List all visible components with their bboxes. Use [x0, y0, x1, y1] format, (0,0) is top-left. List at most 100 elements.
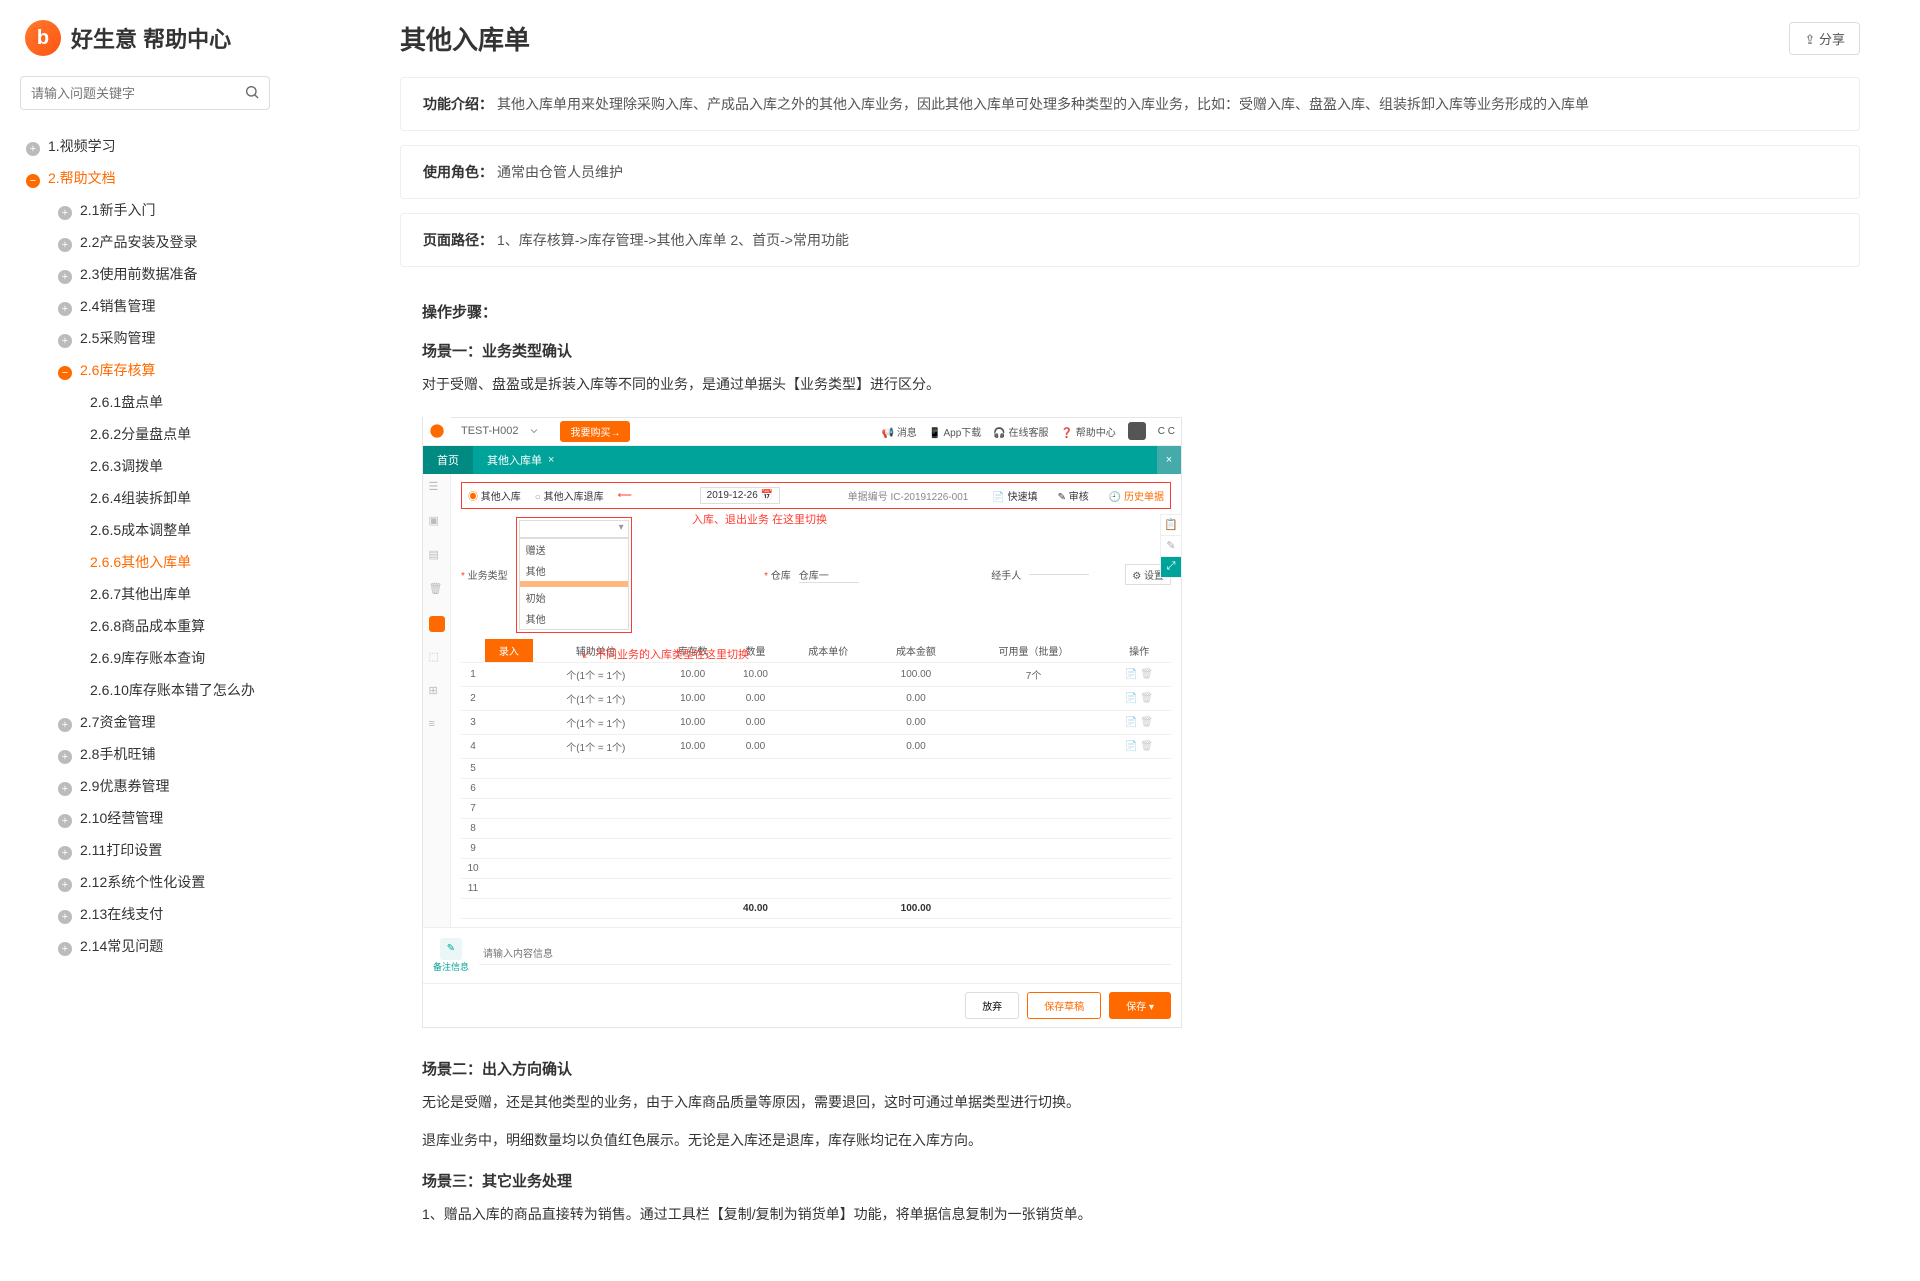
- search-input[interactable]: [20, 76, 270, 110]
- rail-icon: ⊞: [429, 684, 445, 700]
- table-row: 6: [461, 778, 1171, 798]
- page-title: 其他入库单: [400, 20, 530, 57]
- shot-link-msg: 📢 消息: [882, 424, 917, 439]
- shot-radio-in: 其他入库: [468, 488, 521, 503]
- shot-draft-button: 保存草稿: [1027, 992, 1101, 1019]
- nav-item-2-6-3[interactable]: 2.6.3调拨单: [20, 450, 300, 482]
- shot-left-rail: ☰ ▣ ▤ 🗑 ⬚ ⊞ ≡: [423, 474, 451, 927]
- scene3-title: 场景三：其它业务处理: [422, 1170, 1838, 1191]
- search-icon[interactable]: [244, 84, 260, 103]
- expand-icon: +: [58, 206, 72, 220]
- article-body: 操作步骤： 场景一：业务类型确认 对于受赠、盘盈或是拆装入库等不同的业务，是通过…: [400, 281, 1860, 1227]
- shot-buy-button: 我要购买→: [560, 421, 630, 442]
- path-box: 页面路径：1、库存核算->库存管理->其他入库单 2、首页->常用功能: [400, 213, 1860, 267]
- th-price: 成本单价: [784, 639, 872, 663]
- scene1-text: 对于受赠、盘盈或是拆装入库等不同的业务，是通过单据头【业务类型】进行区分。: [422, 373, 1838, 397]
- nav-item-2-13[interactable]: +2.13在线支付: [20, 898, 300, 930]
- nav-item-2-5[interactable]: +2.5采购管理: [20, 322, 300, 354]
- nav-item-2-12[interactable]: +2.12系统个性化设置: [20, 866, 300, 898]
- nav-item-2-10[interactable]: +2.10经营管理: [20, 802, 300, 834]
- rail-icon: ≡: [429, 718, 445, 734]
- shot-user: C C: [1158, 426, 1175, 437]
- role-text: 通常由仓管人员维护: [497, 164, 623, 180]
- rail-icon: ⬚: [429, 650, 445, 666]
- nav-item-2-9[interactable]: +2.9优惠券管理: [20, 770, 300, 802]
- intro-label: 功能介绍：: [423, 96, 493, 112]
- th-avail: 可用量（批量）: [960, 639, 1108, 663]
- shot-remark-row: ✎ 备注信息: [423, 927, 1181, 983]
- th-ops: 操作: [1107, 639, 1171, 663]
- strip-icon: 📋: [1160, 514, 1182, 536]
- nav-item-helpdoc[interactable]: −2.帮助文档: [20, 162, 300, 194]
- brand-logo-icon: b: [25, 20, 61, 56]
- shot-link-help: ❓ 帮助中心: [1061, 424, 1116, 439]
- th-input: 录入: [485, 639, 533, 663]
- shot-dd-opt: 赠送: [520, 539, 628, 560]
- nav-item-2-1[interactable]: +2.1新手入门: [20, 194, 300, 226]
- rail-icon: ▤: [429, 548, 445, 564]
- shot-footer-buttons: 放弃 保存草稿 保存: [423, 983, 1181, 1027]
- avatar-icon: [1128, 422, 1146, 440]
- shot-dropdown-list: 赠送 其他 初始 其他: [519, 538, 629, 630]
- shot-dd-opt: 其他: [520, 560, 628, 581]
- shot-remark-input: [479, 945, 1171, 965]
- table-row: 9: [461, 838, 1171, 858]
- nav-item-2-7[interactable]: +2.7资金管理: [20, 706, 300, 738]
- rail-icon: 🗑: [429, 582, 445, 598]
- nav-item-2-8[interactable]: +2.8手机旺铺: [20, 738, 300, 770]
- shot-tab-home: 首页: [423, 446, 473, 474]
- expand-icon: +: [58, 878, 72, 892]
- expand-icon: +: [58, 910, 72, 924]
- nav-item-2-6[interactable]: −2.6库存核算: [20, 354, 300, 386]
- nav-item-2-2[interactable]: +2.2产品安装及登录: [20, 226, 300, 258]
- intro-text: 其他入库单用来处理除采购入库、产成品入库之外的其他入库业务，因此其他入库单可处理…: [497, 96, 1589, 112]
- shot-history: 历史单据: [1124, 492, 1164, 503]
- nav-item-2-6-4[interactable]: 2.6.4组装拆卸单: [20, 482, 300, 514]
- nav-item-2-6-9[interactable]: 2.6.9库存账本查询: [20, 642, 300, 674]
- nav-item-2-6-2[interactable]: 2.6.2分量盘点单: [20, 418, 300, 450]
- table-row: 10: [461, 858, 1171, 878]
- sidebar: b 好生意 帮助中心 +1.视频学习 −2.帮助文档 +2.1新手入门 +2.2…: [0, 0, 300, 1281]
- nav-item-2-4[interactable]: +2.4销售管理: [20, 290, 300, 322]
- nav-item-2-6-5[interactable]: 2.6.5成本调整单: [20, 514, 300, 546]
- shot-test-label: TEST-H002: [451, 425, 528, 437]
- table-totals: 40.00100.00: [461, 898, 1171, 918]
- search-wrap: [20, 76, 300, 110]
- scene1-title: 场景一：业务类型确认: [422, 340, 1838, 361]
- shot-tab-doc: 其他入库单×: [473, 446, 568, 474]
- shot-table: 录入辅助单位库存数数量成本单价成本金额可用量（批量）操作 1个(1个 = 1个)…: [461, 639, 1171, 919]
- table-row: 1个(1个 = 1个)10.0010.00100.007个📄 🗑: [461, 662, 1171, 686]
- nav-item-2-14[interactable]: +2.14常见问题: [20, 930, 300, 962]
- shot-form: 其他入库 其他入库退库 ⟵ 2019-12-26 📅 入库、退出业务 在这里切换…: [451, 474, 1181, 927]
- shot-docno-label: 单据编号: [848, 492, 888, 503]
- scene2-text-1: 无论是受赠，还是其他类型的业务，由于入库商品质量等原因，需要退回，这时可通过单据…: [422, 1091, 1838, 1115]
- table-row: 2个(1个 = 1个)10.000.000.00📄 🗑: [461, 686, 1171, 710]
- steps-title: 操作步骤：: [422, 301, 1838, 322]
- nav-item-2-6-6[interactable]: 2.6.6其他入库单: [20, 546, 300, 578]
- nav-item-2-6-8[interactable]: 2.6.8商品成本重算: [20, 610, 300, 642]
- nav-item-2-3[interactable]: +2.3使用前数据准备: [20, 258, 300, 290]
- path-label: 页面路径：: [423, 232, 493, 248]
- nav-item-2-11[interactable]: +2.11打印设置: [20, 834, 300, 866]
- shot-wh-label: 仓库: [764, 567, 791, 582]
- arrow-icon: ⟵: [618, 490, 632, 501]
- shot-biz-dropdown: 赠送 其他 初始 其他: [516, 517, 632, 633]
- nav-item-2-6-1[interactable]: 2.6.1盘点单: [20, 386, 300, 418]
- remark-icon: ✎: [440, 938, 462, 960]
- shot-date: 2019-12-26 📅: [700, 487, 780, 504]
- intro-box: 功能介绍：其他入库单用来处理除采购入库、产成品入库之外的其他入库业务，因此其他入…: [400, 77, 1860, 131]
- strip-icon-active: ⤢: [1160, 556, 1182, 578]
- shot-annotation-1: 入库、退出业务 在这里切换: [692, 511, 827, 527]
- nav-item-video[interactable]: +1.视频学习: [20, 130, 300, 162]
- nav-item-2-6-7[interactable]: 2.6.7其他出库单: [20, 578, 300, 610]
- shot-biz-label: 业务类型: [461, 567, 508, 582]
- th-amt: 成本金额: [872, 639, 960, 663]
- nav-item-2-6-10[interactable]: 2.6.10库存账本错了怎么办: [20, 674, 300, 706]
- expand-icon: +: [58, 814, 72, 828]
- share-button[interactable]: ⇪ 分享: [1789, 22, 1860, 55]
- expand-icon: +: [58, 846, 72, 860]
- logo-row: b 好生意 帮助中心: [20, 20, 300, 56]
- table-row: 5: [461, 758, 1171, 778]
- shot-form-row: 业务类型 赠送 其他 初始 其他: [461, 517, 1171, 633]
- expand-icon: +: [58, 302, 72, 316]
